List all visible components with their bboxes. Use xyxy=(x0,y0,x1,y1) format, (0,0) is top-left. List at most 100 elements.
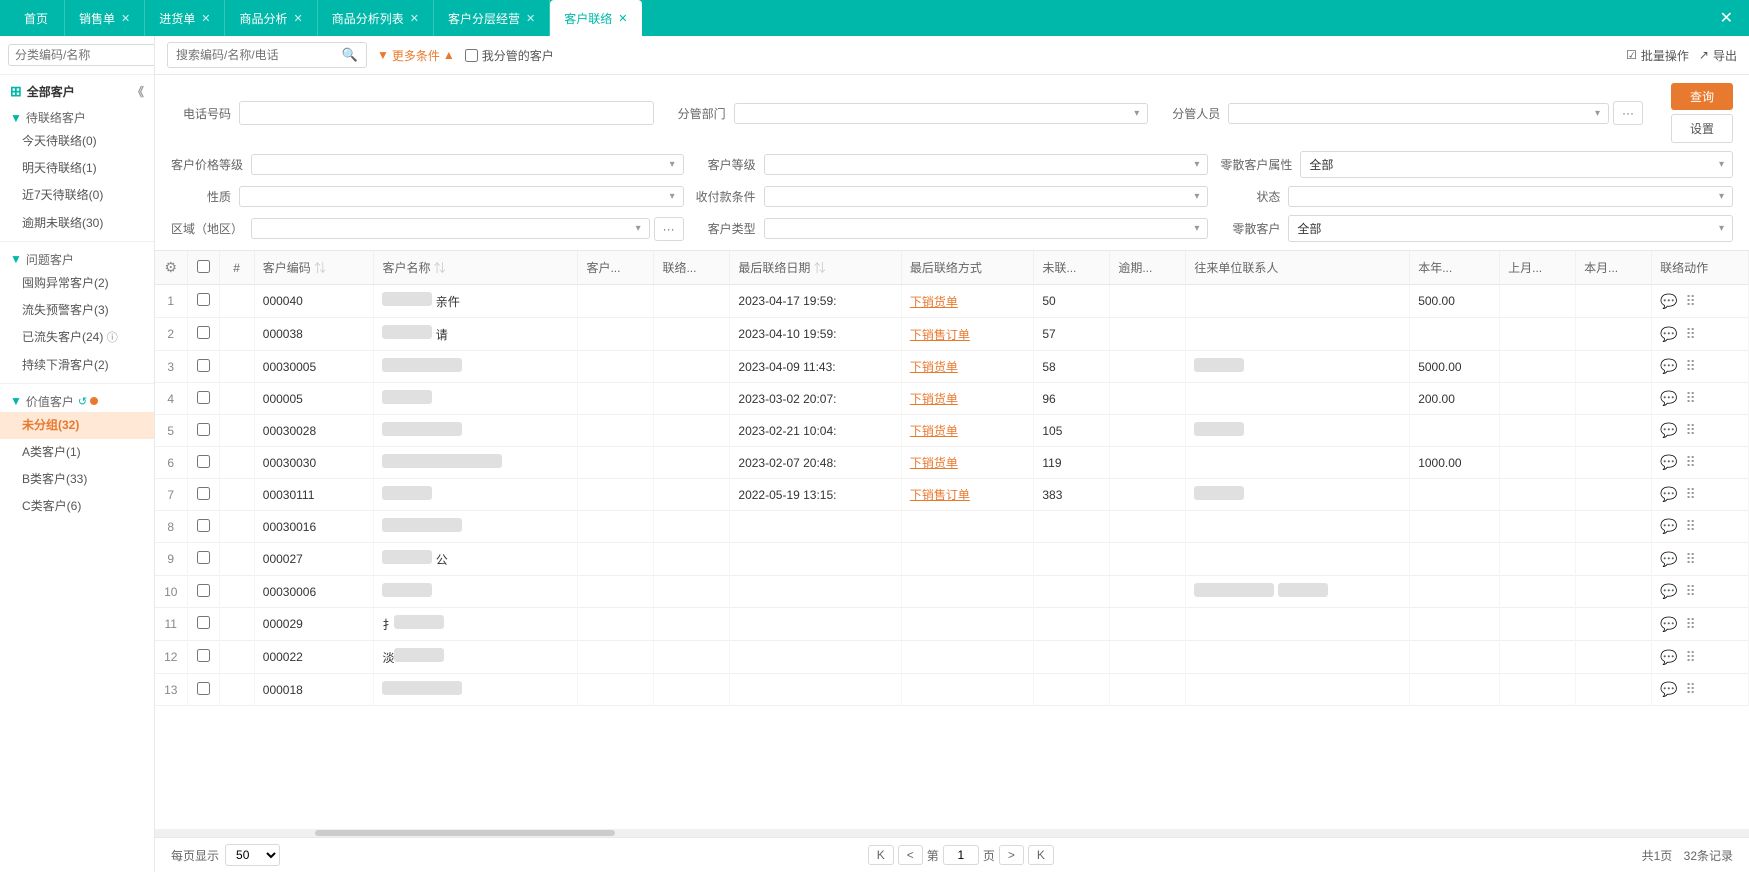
field-nature-select[interactable]: ▾ xyxy=(239,186,684,207)
next-page-button[interactable]: > xyxy=(999,845,1024,865)
row-checkbox[interactable] xyxy=(187,608,219,641)
row-last-method[interactable]: 下销货单 xyxy=(901,285,1034,318)
row-checkbox[interactable] xyxy=(187,543,219,576)
window-close-icon[interactable]: ✕ xyxy=(1712,8,1741,28)
menu-icon[interactable]: ⠿ xyxy=(1686,518,1696,535)
th-checkbox[interactable] xyxy=(187,251,219,285)
first-page-button[interactable]: K xyxy=(868,845,894,865)
field-customer-level-select[interactable]: ▾ xyxy=(764,154,1209,175)
field-status-select[interactable]: ▾ xyxy=(1288,186,1733,207)
query-button[interactable]: 查询 xyxy=(1671,83,1733,110)
tab-purchase[interactable]: 进货单 ✕ xyxy=(145,0,225,36)
menu-icon[interactable]: ⠿ xyxy=(1686,358,1696,375)
row-checkbox[interactable] xyxy=(187,351,219,383)
sidebar-item-class-c[interactable]: C类客户(6) xyxy=(0,493,154,520)
tab-analysis-close[interactable]: ✕ xyxy=(294,12,303,25)
menu-icon[interactable]: ⠿ xyxy=(1686,293,1696,310)
chat-icon[interactable]: 💬 xyxy=(1660,518,1677,535)
select-all-checkbox[interactable] xyxy=(197,260,210,273)
tab-home[interactable]: 首页 xyxy=(8,0,65,36)
sidebar-item-class-b[interactable]: B类客户(33) xyxy=(0,466,154,493)
refresh-icon[interactable]: ↺ xyxy=(78,395,87,408)
tab-analysis[interactable]: 商品分析 ✕ xyxy=(225,0,317,36)
sidebar-item-7days[interactable]: 近7天待联络(0) xyxy=(0,182,154,209)
field-customer-type-select[interactable]: ▾ xyxy=(764,218,1209,239)
page-size-select[interactable]: 50 20 100 xyxy=(225,844,280,866)
row-checkbox[interactable] xyxy=(187,318,219,351)
chat-icon[interactable]: 💬 xyxy=(1660,454,1677,471)
field-dept-select[interactable]: ▾ xyxy=(734,103,1149,124)
field-person-dots-button[interactable]: ··· xyxy=(1613,101,1643,125)
menu-icon[interactable]: ⠿ xyxy=(1686,422,1696,439)
row-checkbox[interactable] xyxy=(187,285,219,318)
tab-customer-contact[interactable]: 客户联络 ✕ xyxy=(550,0,642,36)
field-payment-select[interactable]: ▾ xyxy=(764,186,1209,207)
batch-ops-button[interactable]: ☑ 批量操作 xyxy=(1626,47,1689,64)
row-checkbox[interactable] xyxy=(187,415,219,447)
row-last-method[interactable]: 下销售订单 xyxy=(901,479,1034,511)
row-checkbox[interactable] xyxy=(187,641,219,674)
row-last-method[interactable]: 下销售订单 xyxy=(901,318,1034,351)
row-last-method[interactable]: 下销货单 xyxy=(901,383,1034,415)
sidebar-item-ungrouped[interactable]: 未分组(32) xyxy=(0,412,154,439)
tab-customer-seg-close[interactable]: ✕ xyxy=(526,12,535,25)
chat-icon[interactable]: 💬 xyxy=(1660,551,1677,568)
chat-icon[interactable]: 💬 xyxy=(1660,422,1677,439)
menu-icon[interactable]: ⠿ xyxy=(1686,681,1696,698)
chat-icon[interactable]: 💬 xyxy=(1660,583,1677,600)
field-region-select[interactable]: ▾ xyxy=(251,218,650,239)
sidebar-item-churned[interactable]: 已流失客户(24) ⓘ xyxy=(0,324,154,352)
field-retail-customer-select[interactable]: 全部 ▾ xyxy=(1288,215,1733,242)
chat-icon[interactable]: 💬 xyxy=(1660,681,1677,698)
field-region-dots-button[interactable]: ··· xyxy=(654,217,684,241)
row-checkbox[interactable] xyxy=(187,576,219,608)
sidebar-all-customers[interactable]: ⊞ 全部客户 《 xyxy=(0,75,154,104)
row-last-method[interactable]: 下销货单 xyxy=(901,415,1034,447)
tab-purchase-close[interactable]: ✕ xyxy=(201,12,210,25)
prev-page-button[interactable]: < xyxy=(898,845,923,865)
chat-icon[interactable]: 💬 xyxy=(1660,326,1677,343)
gear-icon[interactable]: ⚙ xyxy=(163,259,179,276)
row-checkbox[interactable] xyxy=(187,511,219,543)
row-last-method[interactable]: 下销货单 xyxy=(901,351,1034,383)
tab-sales-close[interactable]: ✕ xyxy=(121,12,130,25)
page-number-input[interactable] xyxy=(943,845,979,865)
sidebar-item-tomorrow[interactable]: 明天待联络(1) xyxy=(0,155,154,182)
chat-icon[interactable]: 💬 xyxy=(1660,486,1677,503)
horizontal-scrollbar[interactable] xyxy=(155,829,1749,837)
chat-icon[interactable]: 💬 xyxy=(1660,616,1677,633)
tab-sales[interactable]: 销售单 ✕ xyxy=(65,0,145,36)
menu-icon[interactable]: ⠿ xyxy=(1686,583,1696,600)
more-conditions-button[interactable]: ▼ 更多条件 ▲ xyxy=(377,47,455,64)
th-name[interactable]: 客户名称 ⇅ xyxy=(374,251,578,285)
my-customers-checkbox[interactable] xyxy=(465,49,478,62)
tab-customer-contact-close[interactable]: ✕ xyxy=(618,12,627,25)
row-checkbox[interactable] xyxy=(187,447,219,479)
th-last-date[interactable]: 最后联络日期 ⇅ xyxy=(730,251,901,285)
row-checkbox[interactable] xyxy=(187,479,219,511)
row-last-method[interactable]: 下销货单 xyxy=(901,447,1034,479)
menu-icon[interactable]: ⠿ xyxy=(1686,454,1696,471)
sidebar-collapse-icon[interactable]: 《 xyxy=(132,83,144,100)
chat-icon[interactable]: 💬 xyxy=(1660,293,1677,310)
sidebar-search-input[interactable] xyxy=(8,44,155,66)
sidebar-item-class-a[interactable]: A类客户(1) xyxy=(0,439,154,466)
menu-icon[interactable]: ⠿ xyxy=(1686,390,1696,407)
row-checkbox[interactable] xyxy=(187,674,219,706)
sidebar-item-hoard[interactable]: 囤购异常客户(2) xyxy=(0,270,154,297)
tab-customer-seg[interactable]: 客户分层经营 ✕ xyxy=(434,0,550,36)
menu-icon[interactable]: ⠿ xyxy=(1686,326,1696,343)
menu-icon[interactable]: ⠿ xyxy=(1686,616,1696,633)
chat-icon[interactable]: 💬 xyxy=(1660,390,1677,407)
tab-analysis-list-close[interactable]: ✕ xyxy=(410,12,419,25)
reset-button[interactable]: 设置 xyxy=(1671,114,1733,143)
field-price-level-select[interactable]: ▾ xyxy=(251,154,684,175)
sidebar-item-today[interactable]: 今天待联络(0) xyxy=(0,128,154,155)
search-input[interactable] xyxy=(176,48,342,62)
row-checkbox[interactable] xyxy=(187,383,219,415)
chat-icon[interactable]: 💬 xyxy=(1660,358,1677,375)
menu-icon[interactable]: ⠿ xyxy=(1686,486,1696,503)
chat-icon[interactable]: 💬 xyxy=(1660,649,1677,666)
field-person-select[interactable]: ▾ xyxy=(1228,103,1609,124)
field-phone-input[interactable] xyxy=(239,101,654,125)
